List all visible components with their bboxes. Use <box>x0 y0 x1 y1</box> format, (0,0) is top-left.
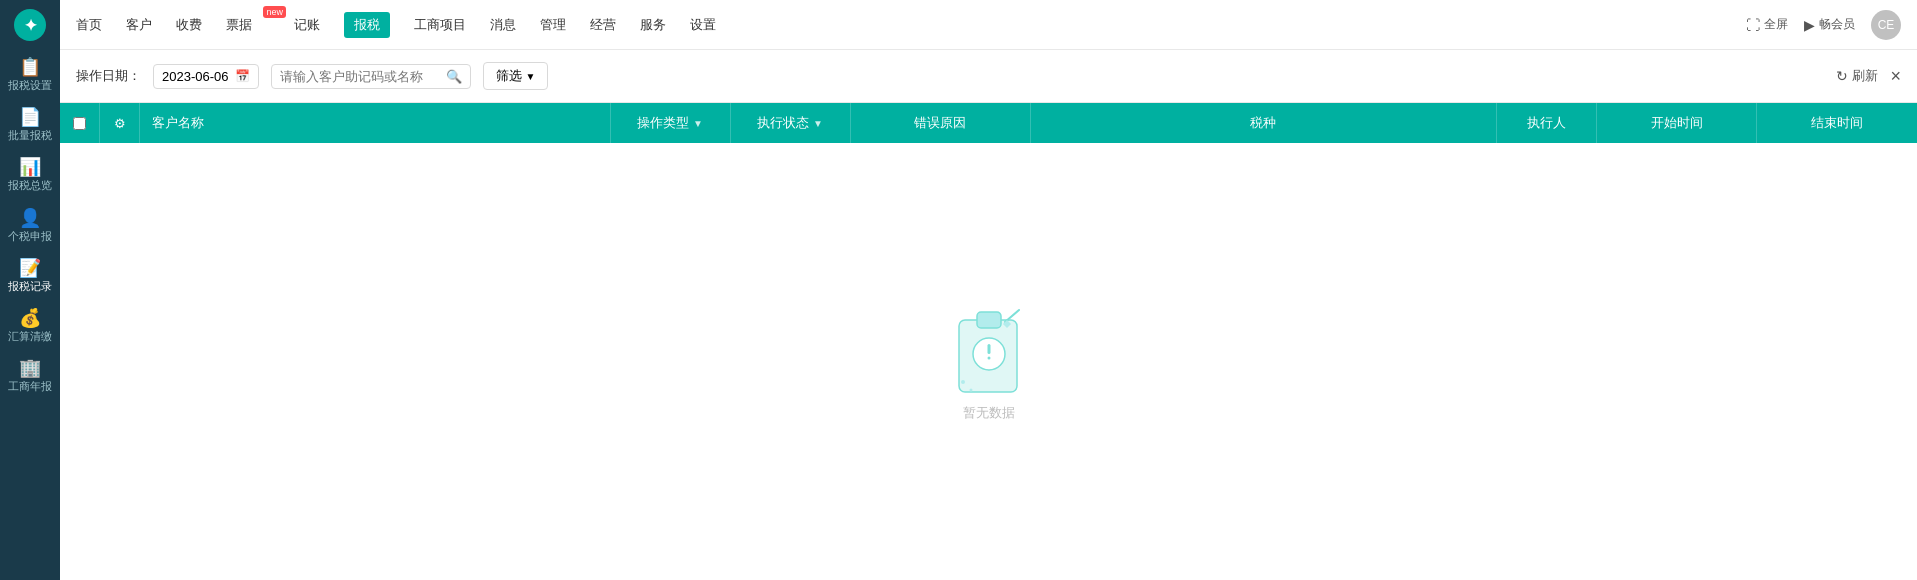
sidebar-item-label: 报税总览 <box>8 179 52 192</box>
svg-rect-3 <box>987 344 990 354</box>
search-input[interactable] <box>280 69 440 84</box>
th-checkbox[interactable] <box>60 103 100 143</box>
user-avatar[interactable]: CE <box>1871 10 1901 40</box>
empty-text: 暂无数据 <box>963 404 1015 422</box>
svg-point-7 <box>961 380 965 384</box>
sidebar-item-label: 批量报税 <box>8 129 52 142</box>
member-button[interactable]: ▶ 畅会员 <box>1804 16 1855 33</box>
main: 首页 客户 收费 票据 new 记账 报税 工商项目 消息 管理 经营 服务 设… <box>60 0 1917 580</box>
sidebar-item-gongshang-nianbao[interactable]: 🏢 工商年报 <box>0 351 60 401</box>
svg-rect-1 <box>977 312 1001 328</box>
content: 操作日期： 2023-06-06 📅 🔍 筛选 ▼ ↻ 刷新 × <box>60 50 1917 580</box>
chevron-down-icon: ▼ <box>526 71 536 82</box>
logo-icon: ✦ <box>14 9 46 41</box>
sidebar-item-huisuan-jiaona[interactable]: 💰 汇算清缴 <box>0 301 60 351</box>
th-executor: 执行人 <box>1497 103 1597 143</box>
date-label: 操作日期： <box>76 67 141 85</box>
topnav-fuwu[interactable]: 服务 <box>640 12 666 38</box>
fullscreen-label: 全屏 <box>1764 16 1788 33</box>
topnav-customer[interactable]: 客户 <box>126 12 152 38</box>
th-end: 结束时间 <box>1757 103 1917 143</box>
topnav: 首页 客户 收费 票据 new 记账 报税 工商项目 消息 管理 经营 服务 设… <box>60 0 1917 50</box>
th-tax: 税种 <box>1031 103 1498 143</box>
sidebar-item-label: 报税记录 <box>8 280 52 293</box>
new-badge: new <box>263 6 286 18</box>
select-all-checkbox[interactable] <box>73 117 86 130</box>
th-op-type[interactable]: 操作类型 ▼ <box>611 103 731 143</box>
th-status[interactable]: 执行状态 ▼ <box>731 103 851 143</box>
topnav-jizhan[interactable]: 记账 <box>294 12 320 38</box>
refresh-button[interactable]: ↻ 刷新 <box>1836 67 1878 85</box>
refresh-icon: ↻ <box>1836 68 1848 84</box>
sidebar-item-label: 报税设置 <box>8 79 52 92</box>
baoshui-shezhi-icon: 📋 <box>19 58 41 76</box>
empty-icon <box>949 302 1029 392</box>
filter-button[interactable]: 筛选 ▼ <box>483 62 549 90</box>
th-customer: 客户名称 <box>140 103 611 143</box>
topnav-gongshang[interactable]: 工商项目 <box>414 12 466 38</box>
huisuan-jiaona-icon: 💰 <box>19 309 41 327</box>
topnav-piaoju[interactable]: 票据 new <box>226 12 270 38</box>
piliang-baoshui-icon: 📄 <box>19 108 41 126</box>
sidebar-item-label: 个税申报 <box>8 230 52 243</box>
filter-label: 筛选 <box>496 67 522 85</box>
filter-icon: ▼ <box>693 118 703 129</box>
empty-state: 暂无数据 <box>60 143 1917 580</box>
filter-icon: ▼ <box>813 118 823 129</box>
topnav-items: 首页 客户 收费 票据 new 记账 报税 工商项目 消息 管理 经营 服务 设… <box>76 12 1746 38</box>
baoshui-zonglaan-icon: 📊 <box>19 158 41 176</box>
topnav-home[interactable]: 首页 <box>76 12 102 38</box>
topnav-guanli[interactable]: 管理 <box>540 12 566 38</box>
sidebar-item-piliang-baoshui[interactable]: 📄 批量报税 <box>0 100 60 150</box>
settings-icon: ⚙ <box>114 116 126 131</box>
sidebar-item-baoshui-zonglaan[interactable]: 📊 报税总览 <box>0 150 60 200</box>
search-icon: 🔍 <box>446 69 462 84</box>
member-label: 畅会员 <box>1819 16 1855 33</box>
svg-rect-4 <box>987 356 990 359</box>
toolbar: 操作日期： 2023-06-06 📅 🔍 筛选 ▼ ↻ 刷新 × <box>60 50 1917 103</box>
sidebar-logo: ✦ <box>0 0 60 50</box>
topnav-shezhi[interactable]: 设置 <box>690 12 716 38</box>
table-header: ⚙ 客户名称 操作类型 ▼ 执行状态 ▼ 错误原因 税种 <box>60 103 1917 143</box>
video-icon: ▶ <box>1804 17 1815 33</box>
gongshang-nianbao-icon: 🏢 <box>19 359 41 377</box>
table: ⚙ 客户名称 操作类型 ▼ 执行状态 ▼ 错误原因 税种 <box>60 103 1917 580</box>
sidebar-item-baoshui-shezhi[interactable]: 📋 报税设置 <box>0 50 60 100</box>
refresh-label: 刷新 <box>1852 67 1878 85</box>
svg-point-8 <box>969 388 972 391</box>
date-value: 2023-06-06 <box>162 69 229 84</box>
sidebar-item-label: 工商年报 <box>8 380 52 393</box>
sidebar: ✦ 📋 报税设置 📄 批量报税 📊 报税总览 👤 个税申报 📝 报税记录 💰 汇… <box>0 0 60 580</box>
topnav-right: ⛶ 全屏 ▶ 畅会员 CE <box>1746 10 1901 40</box>
search-box[interactable]: 🔍 <box>271 64 471 89</box>
user-initials: CE <box>1878 18 1895 32</box>
topnav-xiaoxi[interactable]: 消息 <box>490 12 516 38</box>
baoshui-jilu-icon: 📝 <box>19 259 41 277</box>
th-settings[interactable]: ⚙ <box>100 103 140 143</box>
calendar-icon: 📅 <box>235 69 250 83</box>
th-start: 开始时间 <box>1597 103 1757 143</box>
sidebar-item-label: 汇算清缴 <box>8 330 52 343</box>
topnav-jingying[interactable]: 经营 <box>590 12 616 38</box>
close-button[interactable]: × <box>1890 67 1901 85</box>
topnav-shoufei[interactable]: 收费 <box>176 12 202 38</box>
th-error: 错误原因 <box>851 103 1031 143</box>
topnav-baoshui[interactable]: 报税 <box>344 12 390 38</box>
geshuishenbao-icon: 👤 <box>19 209 41 227</box>
sidebar-item-geshuishenbao[interactable]: 👤 个税申报 <box>0 201 60 251</box>
date-input[interactable]: 2023-06-06 📅 <box>153 64 259 89</box>
sidebar-item-baoshui-jilu[interactable]: 📝 报税记录 <box>0 251 60 301</box>
fullscreen-button[interactable]: ⛶ 全屏 <box>1746 16 1788 33</box>
fullscreen-icon: ⛶ <box>1746 17 1760 33</box>
